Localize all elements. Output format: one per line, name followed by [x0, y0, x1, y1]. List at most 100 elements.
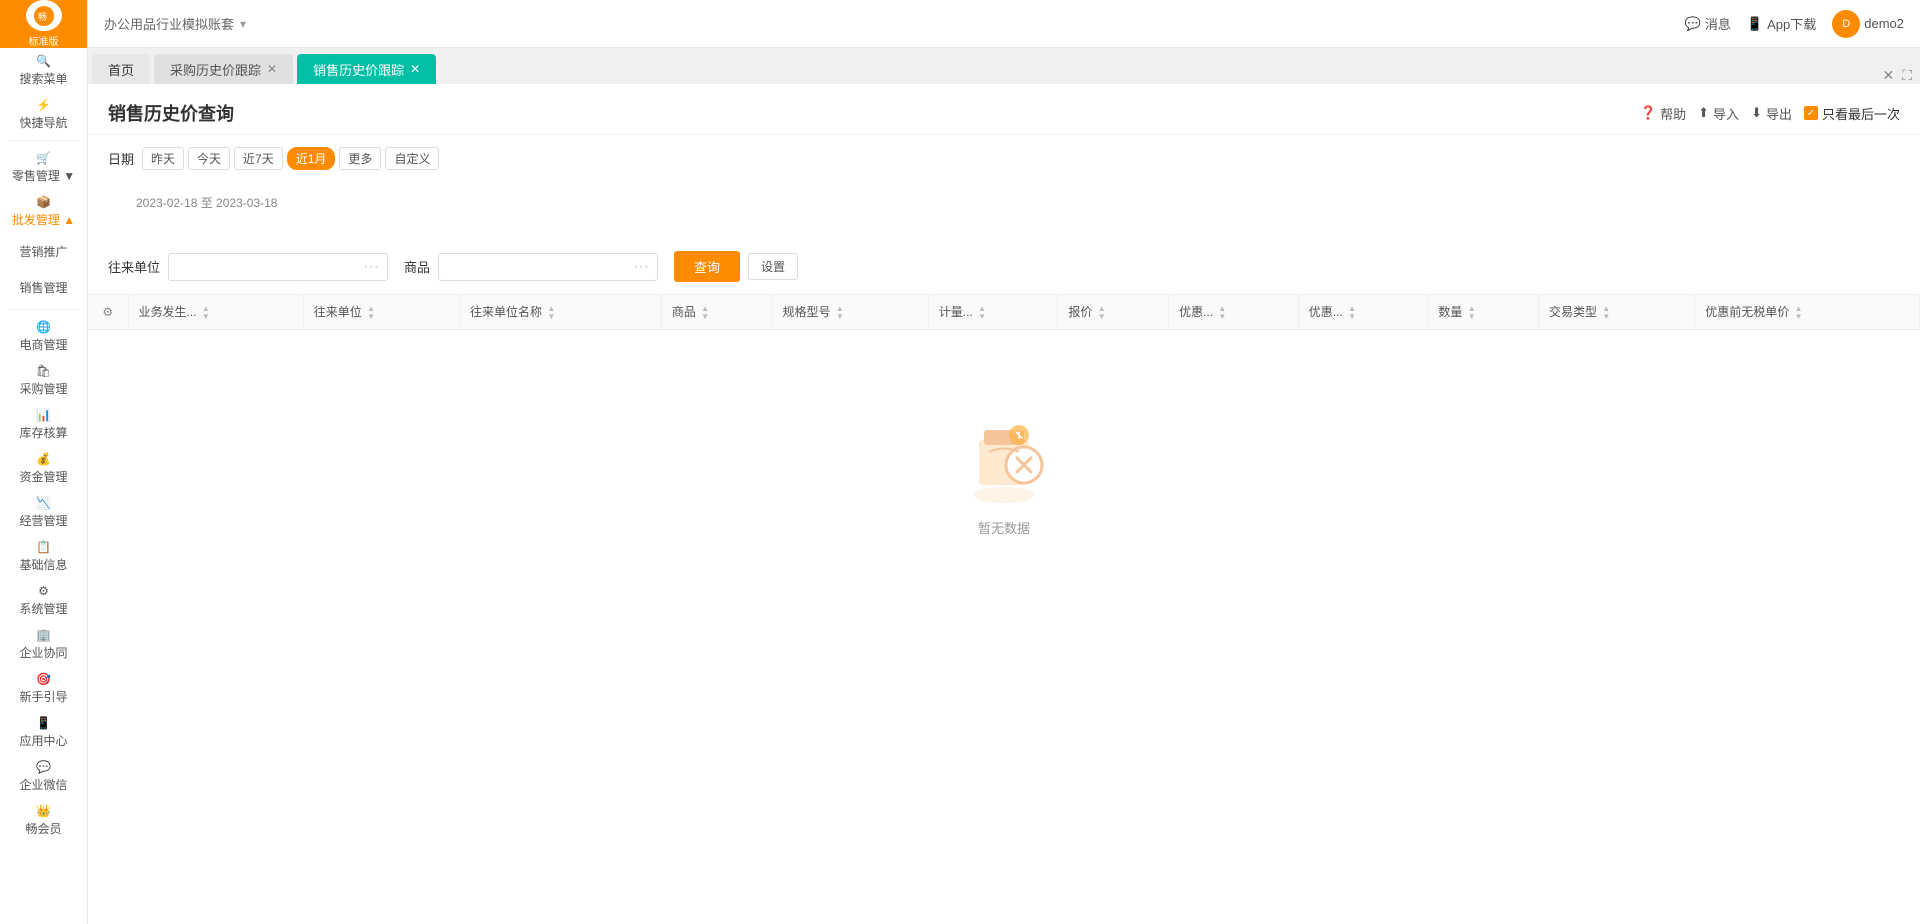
sort-arrows-trade-type[interactable]: ▲▼ — [1602, 305, 1610, 321]
tab-maximize-button[interactable]: ⛶ — [1902, 67, 1912, 84]
date-btn-today[interactable]: 今天 — [188, 147, 230, 170]
export-button[interactable]: ⬇ 导出 — [1751, 104, 1792, 123]
tab-home[interactable]: 首页 — [92, 54, 150, 84]
th-discount2[interactable]: 优惠... ▲▼ — [1298, 295, 1428, 329]
th-pretax-price[interactable]: 优惠前无税单价 ▲▼ — [1695, 295, 1920, 329]
sidebar-item-retail[interactable]: 🛒 零售管理 ▼ — [0, 145, 87, 189]
th-unit[interactable]: 计量... ▲▼ — [928, 295, 1058, 329]
sidebar-divider2 — [8, 309, 79, 310]
user-avatar-button[interactable]: D demo2 — [1832, 10, 1904, 38]
sidebar-item-search[interactable]: 🔍 搜索菜单 — [0, 48, 87, 92]
product-input-dots[interactable]: ··· — [633, 258, 649, 276]
sidebar-sub-item-marketing[interactable]: 营销推广 — [0, 233, 87, 269]
sort-arrows-biz-date[interactable]: ▲▼ — [202, 305, 210, 321]
tab-close-all-button[interactable]: ✕ — [1882, 67, 1894, 84]
empty-text: 暂无数据 — [978, 518, 1030, 537]
sidebar-item-purchase[interactable]: 🛍 采购管理 — [0, 358, 87, 402]
sort-arrows-price[interactable]: ▲▼ — [1098, 305, 1106, 321]
th-partner-code[interactable]: 往来单位 ▲▼ — [303, 295, 459, 329]
enterprise-icon: 🏢 — [36, 628, 51, 642]
th-price-label: 报价 — [1068, 305, 1092, 319]
sort-arrows-partner[interactable]: ▲▼ — [367, 305, 375, 321]
date-btn-1month[interactable]: 近1月 — [287, 147, 336, 170]
sidebar-item-operations[interactable]: 📉 经营管理 — [0, 490, 87, 534]
settings-button[interactable]: 设置 — [748, 253, 798, 280]
sort-arrows-pretax-price[interactable]: ▲▼ — [1795, 305, 1803, 321]
tab-purchase-close[interactable]: ✕ — [267, 62, 277, 76]
sort-arrows-discount1[interactable]: ▲▼ — [1218, 305, 1226, 321]
date-btn-more[interactable]: 更多 — [339, 147, 381, 170]
date-range-text: 2023-02-18 至 2023-03-18 — [136, 196, 277, 210]
tab-purchase-label: 采购历史价跟踪 — [170, 60, 261, 79]
operations-icon: 📉 — [36, 496, 51, 510]
sidebar-item-label: 库存核算 — [19, 424, 67, 441]
product-input[interactable] — [447, 260, 633, 274]
sort-arrows-spec[interactable]: ▲▼ — [836, 305, 844, 321]
th-qty[interactable]: 数量 ▲▼ — [1428, 295, 1539, 329]
partner-input-wrapper[interactable]: ··· — [168, 253, 388, 281]
topbar-dropdown-icon[interactable]: ▾ — [240, 17, 246, 31]
message-label: 消息 — [1705, 14, 1731, 33]
only-last-checkbox-label[interactable]: 只看最后一次 — [1804, 104, 1900, 123]
th-trade-type-label: 交易类型 — [1549, 305, 1597, 319]
logo[interactable]: 畅 标准版 — [0, 0, 87, 48]
date-btn-7days[interactable]: 近7天 — [234, 147, 283, 170]
th-price[interactable]: 报价 ▲▼ — [1058, 295, 1169, 329]
message-button[interactable]: 💬 消息 — [1685, 14, 1731, 33]
sidebar-item-label: 销售管理 — [19, 279, 67, 296]
partner-input-dots[interactable]: ··· — [363, 258, 379, 276]
wechat-icon: 💬 — [36, 760, 51, 774]
sidebar-item-shortcut[interactable]: ⚡ 快捷导航 — [0, 92, 87, 136]
sidebar-item-label: 新手引导 — [19, 688, 67, 705]
tab-sales-close[interactable]: ✕ — [410, 62, 420, 76]
sidebar-item-finance[interactable]: 💰 资金管理 — [0, 446, 87, 490]
sidebar-item-wholesale[interactable]: 📦 批发管理 ▲ — [0, 189, 87, 233]
tab-sales[interactable]: 销售历史价跟踪 ✕ — [297, 54, 436, 84]
sidebar-item-ecommerce[interactable]: 🌐 电商管理 — [0, 314, 87, 358]
newbie-icon: 🎯 — [36, 672, 51, 686]
app-download-button[interactable]: 📱 App下载 — [1747, 14, 1816, 33]
data-table: ⚙ 业务发生... ▲▼ 往来单位 ▲▼ 往来单位名称 ▲▼ — [88, 295, 1920, 330]
th-trade-type[interactable]: 交易类型 ▲▼ — [1539, 295, 1695, 329]
retail-icon: 🛒 — [36, 151, 51, 165]
message-icon: 💬 — [1685, 16, 1701, 32]
sidebar-item-inventory[interactable]: 📊 库存核算 — [0, 402, 87, 446]
sort-arrows-partner-name[interactable]: ▲▼ — [547, 305, 555, 321]
th-product[interactable]: 商品 ▲▼ — [661, 295, 772, 329]
sort-arrows-product[interactable]: ▲▼ — [701, 305, 709, 321]
sidebar-item-member[interactable]: 👑 畅会员 — [0, 798, 87, 842]
page-title: 销售历史价查询 — [108, 100, 234, 126]
topbar-actions: 💬 消息 📱 App下载 D demo2 — [1685, 10, 1904, 38]
sidebar-item-apps[interactable]: 📱 应用中心 — [0, 710, 87, 754]
purchase-icon: 🛍 — [36, 364, 51, 378]
import-button[interactable]: ⬆ 导入 — [1698, 104, 1739, 123]
date-buttons: 昨天 今天 近7天 近1月 更多 自定义 — [142, 147, 439, 170]
product-input-wrapper[interactable]: ··· — [438, 253, 658, 281]
help-button[interactable]: ❓ 帮助 — [1640, 104, 1686, 123]
partner-input[interactable] — [177, 260, 363, 274]
date-btn-yesterday[interactable]: 昨天 — [142, 147, 184, 170]
sidebar-item-base[interactable]: 📋 基础信息 — [0, 534, 87, 578]
th-partner-name[interactable]: 往来单位名称 ▲▼ — [459, 295, 661, 329]
sort-arrows-unit[interactable]: ▲▼ — [978, 305, 986, 321]
th-spec[interactable]: 规格型号 ▲▼ — [772, 295, 928, 329]
query-button[interactable]: 查询 — [674, 251, 740, 282]
tab-purchase[interactable]: 采购历史价跟踪 ✕ — [154, 54, 293, 84]
th-biz-date[interactable]: 业务发生... ▲▼ — [128, 295, 303, 329]
sidebar-divider — [8, 140, 79, 141]
th-discount1[interactable]: 优惠... ▲▼ — [1169, 295, 1299, 329]
only-last-checkbox[interactable] — [1804, 106, 1818, 120]
sidebar-item-wechat[interactable]: 💬 企业微信 — [0, 754, 87, 798]
th-discount1-label: 优惠... — [1179, 305, 1213, 319]
date-btn-custom[interactable]: 自定义 — [385, 147, 439, 170]
sidebar-item-newbie[interactable]: 🎯 新手引导 — [0, 666, 87, 710]
sidebar-sub-item-sales[interactable]: 销售管理 — [0, 269, 87, 305]
sidebar-item-label: 营销推广 — [19, 243, 67, 260]
sidebar-item-system[interactable]: ⚙ 系统管理 — [0, 578, 87, 622]
sidebar-item-label: 零售管理 ▼ — [12, 167, 75, 184]
sort-arrows-qty[interactable]: ▲▼ — [1468, 305, 1476, 321]
inventory-icon: 📊 — [36, 408, 51, 422]
th-settings[interactable]: ⚙ — [88, 295, 128, 329]
sidebar-item-enterprise[interactable]: 🏢 企业协同 — [0, 622, 87, 666]
sort-arrows-discount2[interactable]: ▲▼ — [1348, 305, 1356, 321]
